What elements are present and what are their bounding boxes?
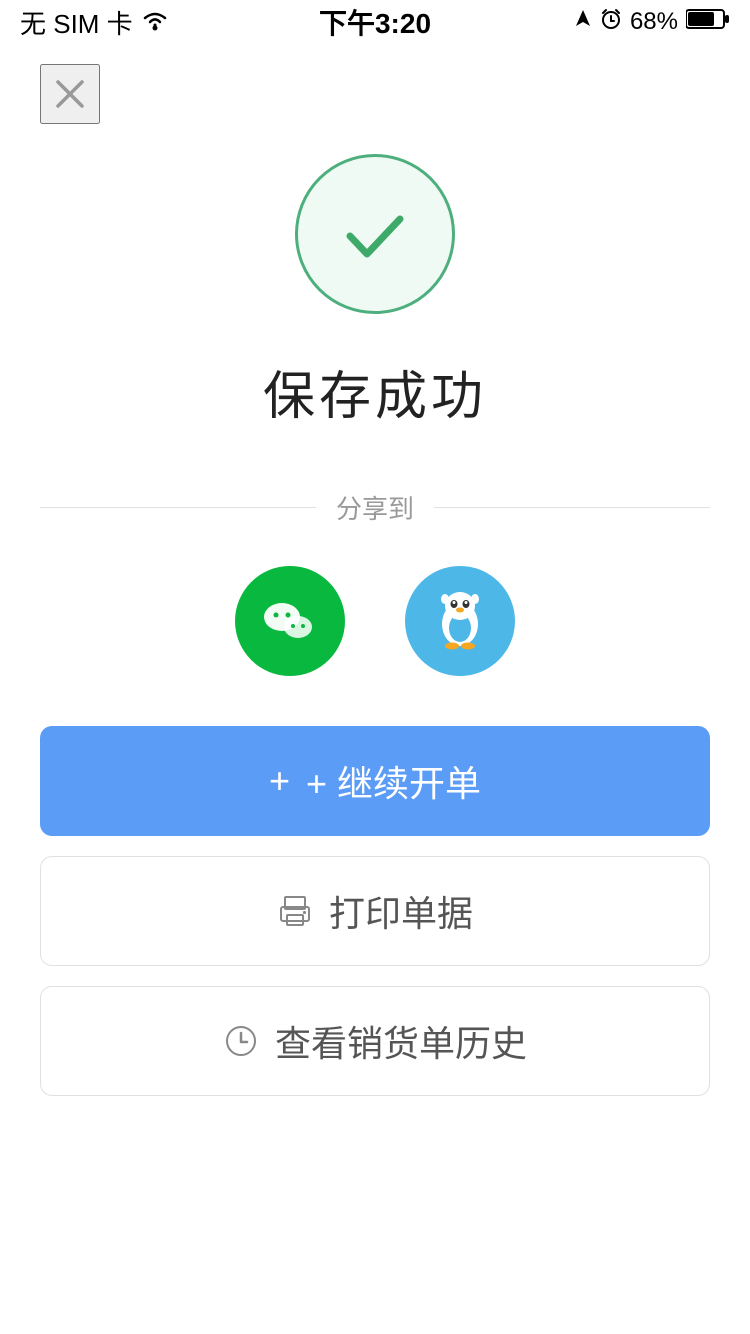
action-buttons: + + 继续开单 打印单据 查看销货单历	[40, 726, 710, 1096]
share-section: 分享到	[40, 489, 710, 676]
status-time: 下午3:20	[319, 2, 431, 42]
qq-icon	[429, 588, 491, 654]
success-circle	[295, 154, 455, 314]
print-button[interactable]: 打印单据	[40, 856, 710, 966]
wifi-icon	[141, 7, 169, 38]
status-left: 无 SIM 卡	[20, 4, 169, 41]
continue-button[interactable]: + + 继续开单	[40, 726, 710, 836]
plus-icon: +	[269, 760, 290, 802]
battery-icon	[686, 8, 730, 37]
wechat-share-button[interactable]	[235, 566, 345, 676]
print-label: 打印单据	[329, 885, 473, 937]
success-title: 保存成功	[263, 354, 487, 429]
divider-right	[434, 507, 710, 508]
clock-icon	[223, 1023, 259, 1059]
share-icons	[40, 566, 710, 676]
qq-share-button[interactable]	[405, 566, 515, 676]
sim-status: 无 SIM 卡	[20, 4, 133, 41]
close-icon	[52, 76, 88, 112]
divider-left	[40, 507, 316, 508]
print-icon	[277, 893, 313, 929]
history-button[interactable]: 查看销货单历史	[40, 986, 710, 1096]
main-content: 保存成功 分享到	[0, 44, 750, 1334]
status-right: 68%	[574, 8, 730, 37]
alarm-icon	[600, 8, 622, 37]
battery-percent: 68%	[630, 8, 678, 36]
share-label: 分享到	[336, 489, 414, 526]
history-label: 查看销货单历史	[275, 1015, 527, 1067]
checkmark-icon	[335, 194, 415, 274]
continue-label: + 继续开单	[306, 755, 481, 807]
close-button[interactable]	[40, 64, 100, 124]
share-divider: 分享到	[40, 489, 710, 526]
wechat-icon	[260, 591, 320, 651]
location-icon	[574, 8, 592, 37]
status-bar: 无 SIM 卡 下午3:20 68%	[0, 0, 750, 44]
